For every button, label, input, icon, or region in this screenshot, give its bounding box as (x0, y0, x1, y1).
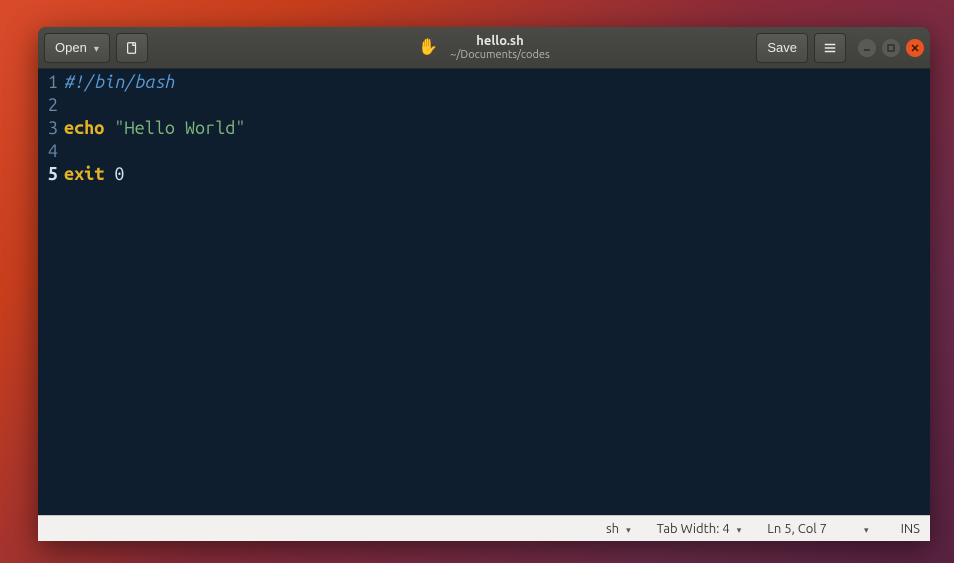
tabwidth-selector[interactable]: Tab Width: 4 (653, 522, 746, 536)
save-button[interactable]: Save (756, 33, 808, 63)
open-label: Open (55, 40, 87, 55)
title-center: ✋ hello.sh ~/Documents/codes (418, 34, 549, 60)
line-number: 3 (38, 117, 60, 140)
editor-area[interactable]: 12345 #!/bin/bash echo "Hello World" exi… (38, 69, 930, 515)
grab-icon: ✋ (418, 39, 438, 57)
line-number-gutter: 12345 (38, 69, 60, 515)
line-number: 1 (38, 71, 60, 94)
cursor-position[interactable]: Ln 5, Col 7 (763, 522, 872, 536)
open-button[interactable]: Open (44, 33, 110, 63)
filepath: ~/Documents/codes (450, 49, 550, 61)
titlebar: Open ✋ hello.sh ~/Documents/codes Save (38, 27, 930, 69)
save-label: Save (767, 40, 797, 55)
filename: hello.sh (450, 34, 550, 48)
code-line[interactable] (64, 94, 930, 117)
chevron-down-icon (861, 522, 869, 536)
line-number: 4 (38, 140, 60, 163)
language-label: sh (606, 522, 619, 536)
close-icon (911, 44, 919, 52)
minimize-button[interactable] (858, 39, 876, 57)
maximize-icon (887, 44, 895, 52)
new-document-button[interactable] (116, 33, 148, 63)
chevron-down-icon (734, 522, 742, 536)
chevron-down-icon (623, 522, 631, 536)
maximize-button[interactable] (882, 39, 900, 57)
position-label: Ln 5, Col 7 (767, 522, 827, 536)
hamburger-icon (823, 41, 837, 55)
new-document-icon (125, 41, 139, 55)
code-line[interactable]: exit 0 (64, 163, 930, 186)
code-line[interactable]: #!/bin/bash (64, 71, 930, 94)
code-line[interactable]: echo "Hello World" (64, 117, 930, 140)
code-line[interactable] (64, 140, 930, 163)
language-selector[interactable]: sh (602, 522, 635, 536)
minimize-icon (863, 44, 871, 52)
hamburger-menu-button[interactable] (814, 33, 846, 63)
tabwidth-label: Tab Width: 4 (657, 522, 730, 536)
editor-window: Open ✋ hello.sh ~/Documents/codes Save (38, 27, 930, 541)
line-number: 5 (38, 163, 60, 186)
insert-mode[interactable]: INS (901, 522, 920, 536)
statusbar: sh Tab Width: 4 Ln 5, Col 7 INS (38, 515, 930, 541)
line-number: 2 (38, 94, 60, 117)
code-content[interactable]: #!/bin/bash echo "Hello World" exit 0 (60, 69, 930, 515)
chevron-down-icon (91, 40, 99, 55)
close-button[interactable] (906, 39, 924, 57)
